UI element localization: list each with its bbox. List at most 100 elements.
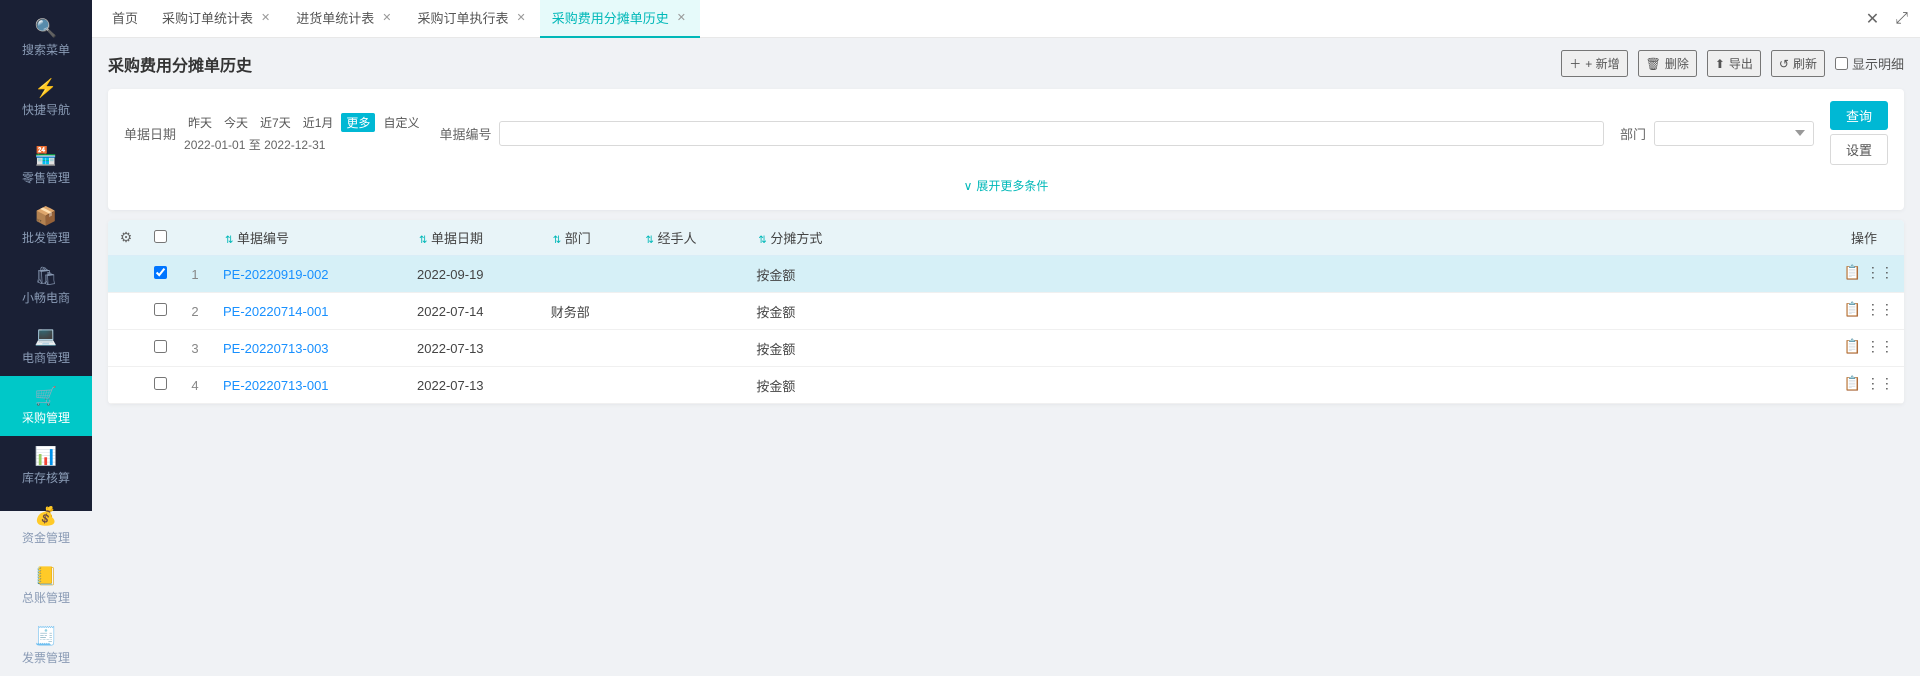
col-doc-date-header[interactable]: ⇅ 单据日期 <box>407 220 541 256</box>
gear-icon[interactable]: ⚙ <box>120 229 133 245</box>
quick-nav-icon: ⚡ <box>4 78 88 99</box>
export-label: 导出 <box>1729 55 1753 72</box>
table-header: ⚙ ⇅ 单据编号 ⇅ 单据日期 <box>108 220 1904 256</box>
sidebar-item-wholesale[interactable]: 📦 批发管理 <box>0 196 92 256</box>
query-buttons: 查询 设置 <box>1830 101 1888 165</box>
row-edit-icon[interactable]: 📋 <box>1842 301 1862 321</box>
search-icon: 🔍 <box>4 18 88 39</box>
tab-purchase-cost-close[interactable]: ✕ <box>675 10 688 25</box>
export-icon: ⬆ <box>1715 57 1725 71</box>
tab-purchase-exec[interactable]: 采购订单执行表 ✕ <box>405 0 539 38</box>
sidebar-item-invoice[interactable]: 🧾 发票管理 <box>0 616 92 676</box>
sidebar-item-inventory[interactable]: 📊 库存核算 <box>0 436 92 496</box>
sort-icon-handler: ⇅ <box>646 235 654 246</box>
row-more-icon[interactable]: ⋮⋮ <box>1866 338 1886 358</box>
delete-icon: 🗑 <box>1646 57 1661 71</box>
table-row[interactable]: 2 PE-20220714-001 2022-07-14 财务部 按金额 📋 ⋮… <box>108 293 1904 330</box>
sidebar-item-ecom[interactable]: 💻 电商管理 <box>0 316 92 376</box>
row-more-icon[interactable]: ⋮⋮ <box>1866 264 1886 284</box>
col-split-method-header[interactable]: ⇅ 分摊方式 <box>746 220 1824 256</box>
row-checkbox-2[interactable] <box>154 340 167 353</box>
add-button[interactable]: ＋ + 新增 <box>1561 50 1627 77</box>
row-doc-no-link[interactable]: PE-20220714-001 <box>223 304 329 319</box>
row-doc-no-link[interactable]: PE-20220713-001 <box>223 378 329 393</box>
row-checkbox-cell[interactable] <box>144 256 177 293</box>
date-shortcut-more[interactable]: 更多 <box>341 113 375 132</box>
tab-home[interactable]: 首页 <box>100 0 150 38</box>
tab-expand-icon[interactable]: ⤢ <box>1891 8 1912 30</box>
refresh-button[interactable]: ↺ 刷新 <box>1771 50 1825 77</box>
retail-icon: 🏪 <box>4 146 88 167</box>
sidebar-item-retail[interactable]: 🏪 零售管理 <box>0 136 92 196</box>
col-dept-header[interactable]: ⇅ 部门 <box>541 220 634 256</box>
table-row[interactable]: 4 PE-20220713-001 2022-07-13 按金额 📋 ⋮⋮ <box>108 367 1904 404</box>
row-checkbox-1[interactable] <box>154 303 167 316</box>
row-checkbox-cell[interactable] <box>144 330 177 367</box>
tab-purchase-stat[interactable]: 采购订单统计表 ✕ <box>150 0 284 38</box>
invoice-icon: 🧾 <box>4 626 88 647</box>
show-columns-checkbox-label[interactable]: 显示明细 <box>1835 54 1904 73</box>
row-doc-no-cell[interactable]: PE-20220713-001 <box>213 367 407 404</box>
sidebar-item-finance[interactable]: 💰 资金管理 <box>0 496 92 556</box>
row-checkbox-3[interactable] <box>154 377 167 390</box>
sort-icon-dept: ⇅ <box>553 235 561 246</box>
export-button[interactable]: ⬆ 导出 <box>1707 50 1761 77</box>
row-checkbox-0[interactable] <box>154 266 167 279</box>
tab-close-all-icon[interactable]: ✕ <box>1862 7 1883 31</box>
row-actions-cell: 📋 ⋮⋮ <box>1824 330 1904 367</box>
col-checkbox-header[interactable] <box>144 220 177 256</box>
row-handler-cell <box>634 330 747 367</box>
sidebar-item-mini-ecom[interactable]: 🛍 小畅电商 <box>0 256 92 316</box>
col-handler-header[interactable]: ⇅ 经手人 <box>634 220 747 256</box>
doc-no-input[interactable] <box>499 121 1604 146</box>
row-checkbox-cell[interactable] <box>144 367 177 404</box>
row-dept-cell <box>541 256 634 293</box>
date-shortcuts-group: 昨天 今天 近7天 近1月 更多 自定义 2022-01-01 至 2022-1… <box>184 113 423 153</box>
row-edit-icon[interactable]: 📋 <box>1842 264 1862 284</box>
expand-more-button[interactable]: ∨ 展开更多条件 <box>124 173 1888 198</box>
refresh-icon: ↺ <box>1779 57 1789 71</box>
date-shortcut-today[interactable]: 今天 <box>220 113 252 132</box>
show-columns-checkbox[interactable] <box>1835 57 1848 70</box>
date-shortcut-custom[interactable]: 自定义 <box>379 113 423 132</box>
date-label: 单据日期 <box>124 124 176 143</box>
tab-purchase-stat-close[interactable]: ✕ <box>259 10 272 25</box>
row-doc-no-cell[interactable]: PE-20220713-003 <box>213 330 407 367</box>
row-doc-no-link[interactable]: PE-20220919-002 <box>223 267 329 282</box>
query-button[interactable]: 查询 <box>1830 101 1888 130</box>
date-range-text: 2022-01-01 至 2022-12-31 <box>184 136 423 153</box>
delete-button[interactable]: 🗑 删除 <box>1638 50 1697 77</box>
inventory-icon: 📊 <box>4 446 88 467</box>
col-doc-no-header[interactable]: ⇅ 单据编号 <box>213 220 407 256</box>
tab-purchase-cost[interactable]: 采购费用分摊单历史 ✕ <box>540 0 700 38</box>
row-more-icon[interactable]: ⋮⋮ <box>1866 375 1886 395</box>
date-shortcut-7days[interactable]: 近7天 <box>256 113 295 132</box>
date-shortcut-yesterday[interactable]: 昨天 <box>184 113 216 132</box>
row-doc-no-cell[interactable]: PE-20220714-001 <box>213 293 407 330</box>
row-doc-no-cell[interactable]: PE-20220919-002 <box>213 256 407 293</box>
sidebar-item-ledger[interactable]: 📒 总账管理 <box>0 556 92 616</box>
tab-inbound-stat-close[interactable]: ✕ <box>380 10 393 25</box>
sidebar-item-search[interactable]: 🔍 搜索菜单 <box>0 8 92 68</box>
row-doc-no-link[interactable]: PE-20220713-003 <box>223 341 329 356</box>
sidebar-item-purchase[interactable]: 🛒 采购管理 <box>0 376 92 436</box>
table-row[interactable]: 3 PE-20220713-003 2022-07-13 按金额 📋 ⋮⋮ <box>108 330 1904 367</box>
row-handler-cell <box>634 367 747 404</box>
page-title: 采购费用分摊单历史 <box>108 52 252 76</box>
date-shortcut-1month[interactable]: 近1月 <box>299 113 338 132</box>
tab-purchase-exec-close[interactable]: ✕ <box>515 10 528 25</box>
table-row[interactable]: 1 PE-20220919-002 2022-09-19 按金额 📋 ⋮⋮ <box>108 256 1904 293</box>
chevron-down-icon: ∨ <box>964 179 973 193</box>
row-more-icon[interactable]: ⋮⋮ <box>1866 301 1886 321</box>
dept-select[interactable]: 财务部 <box>1654 121 1814 146</box>
tab-inbound-stat[interactable]: 进货单统计表 ✕ <box>284 0 405 38</box>
page-content: 采购费用分摊单历史 ＋ + 新增 🗑 删除 ⬆ 导出 ↺ 刷新 <box>92 38 1920 511</box>
col-settings[interactable]: ⚙ <box>108 220 144 256</box>
tab-purchase-cost-label: 采购费用分摊单历史 <box>552 8 669 27</box>
select-all-checkbox[interactable] <box>154 230 167 243</box>
row-edit-icon[interactable]: 📋 <box>1842 338 1862 358</box>
row-edit-icon[interactable]: 📋 <box>1842 375 1862 395</box>
row-checkbox-cell[interactable] <box>144 293 177 330</box>
sidebar-item-quick-nav[interactable]: ⚡ 快捷导航 <box>0 68 92 128</box>
settings-button[interactable]: 设置 <box>1830 134 1888 165</box>
